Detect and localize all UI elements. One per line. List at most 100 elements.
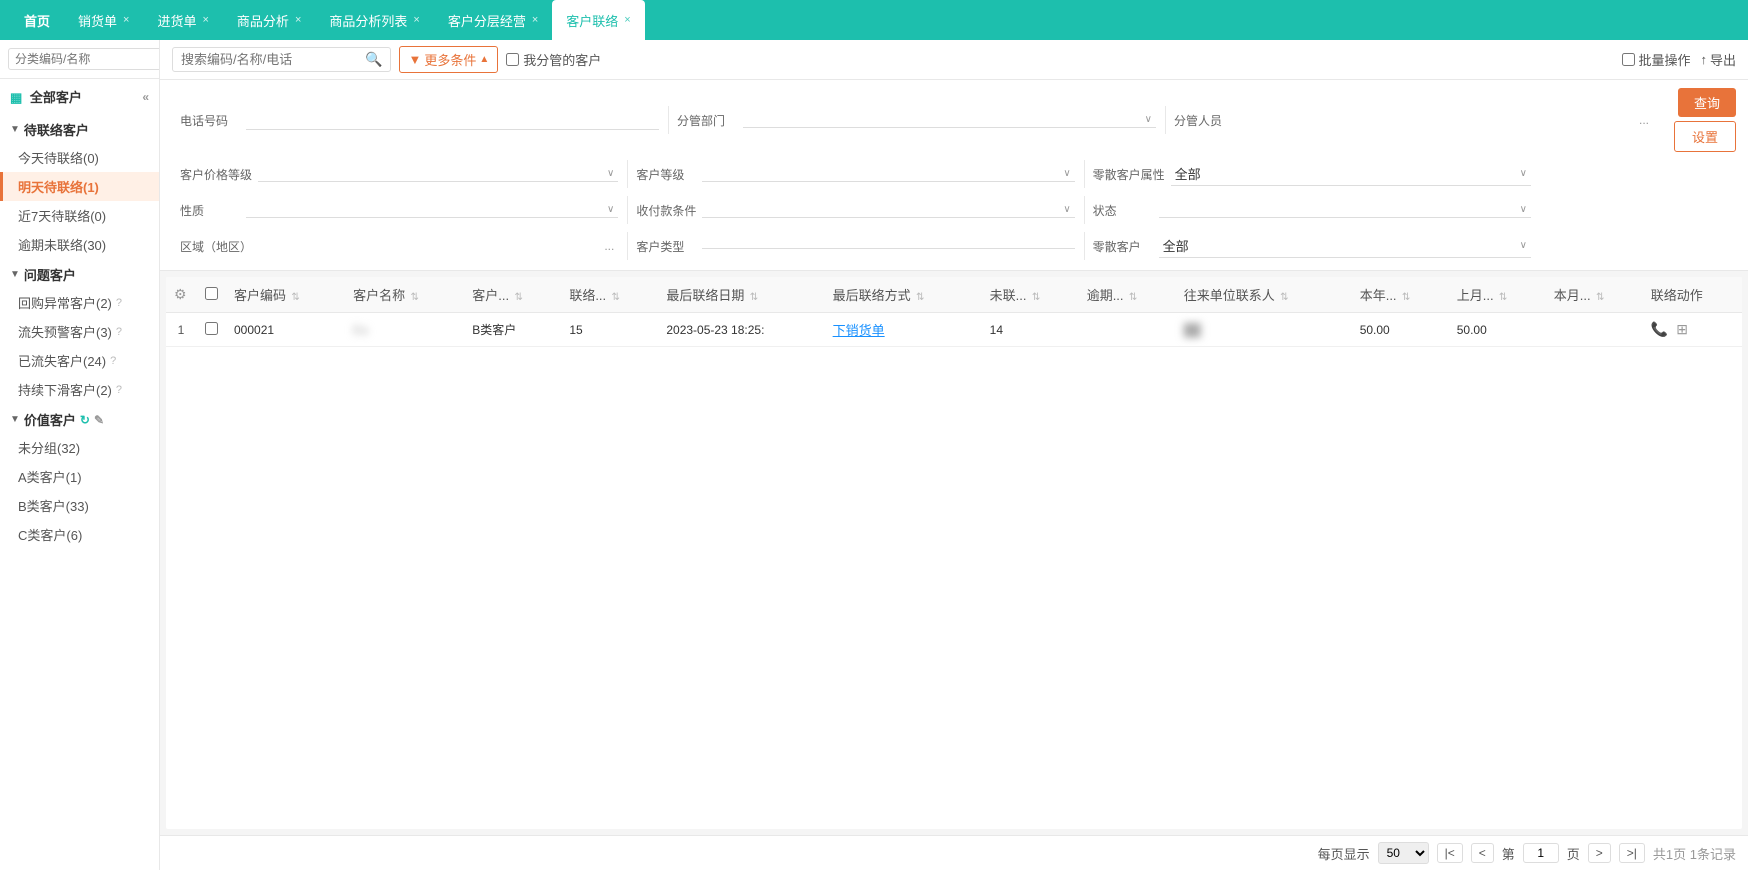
page-input[interactable] [1523,843,1559,863]
sidebar-item-churn-warn[interactable]: 流失预警客户(3) ? [0,317,159,346]
nav-customer-contact[interactable]: 客户联络× [552,0,644,40]
prev-page-button[interactable]: < [1471,843,1494,863]
filter-area: 区域（地区） ... [172,233,627,259]
row-checkbox[interactable] [205,322,218,335]
sort-icon[interactable]: ⇅ [916,292,924,303]
help-icon[interactable]: ? [116,297,122,309]
sort-icon[interactable]: ⇅ [750,292,758,303]
sort-icon[interactable]: ⇅ [514,292,522,303]
retail2-select[interactable]: 全部 ∨ [1159,234,1531,258]
sidebar-search-input[interactable] [8,48,160,70]
nav-product-analysis[interactable]: 商品分析× [223,0,315,40]
search-box[interactable]: 🔍 [172,47,391,72]
batch-checkbox[interactable] [1622,53,1635,66]
nav-customer-tier[interactable]: 客户分层经营× [434,0,552,40]
sidebar-item-churned[interactable]: 已流失客户(24) ? [0,346,159,375]
next-page-button[interactable]: > [1588,843,1611,863]
retail2-label: 零散客户 [1093,238,1153,255]
last-contact-way-link[interactable]: 下销货单 [833,323,885,338]
retail-attr-select[interactable]: 全部 ∨ [1171,162,1531,186]
nav-sales-order[interactable]: 销货单× [64,0,143,40]
level-select[interactable]: ∨ [702,166,1074,182]
price-grade-select[interactable]: ∨ [258,166,618,182]
sort-icon[interactable]: ⇅ [612,292,620,303]
area-label: 区域（地区） [180,238,252,255]
settings-button[interactable]: 设置 [1674,121,1736,152]
sidebar-item-class-c[interactable]: C类客户(6) [0,520,159,549]
sidebar-item-overdue[interactable]: 逾期未联络(30) [0,230,159,259]
chevron-down-icon: ∨ [1145,114,1152,125]
sidebar-all-customers[interactable]: ▦ 全部客户 « [0,79,159,114]
collapse-icon[interactable]: « [142,90,149,104]
search-input[interactable] [181,52,361,67]
sidebar-item-abnormal[interactable]: 回购异常客户(2) ? [0,288,159,317]
customer-type-select[interactable] [702,244,1074,249]
filter-row-4: 区域（地区） ... 客户类型 零散客户 全部 ∨ [172,230,1736,262]
sort-icon[interactable]: ⇅ [291,292,299,303]
close-icon[interactable]: × [532,14,538,26]
close-icon[interactable]: × [123,14,129,26]
close-icon[interactable]: × [202,14,208,26]
close-icon[interactable]: × [413,14,419,26]
help-icon[interactable]: ? [110,355,116,367]
phone-input[interactable] [246,111,659,130]
edit-icon[interactable]: ✎ [94,413,104,427]
payment-select[interactable]: ∨ [702,202,1074,218]
th-contacts: 联络... ⇅ [561,277,658,313]
help-icon[interactable]: ? [116,384,122,396]
close-icon[interactable]: × [295,14,301,26]
sidebar-item-declining[interactable]: 持续下滑客户(2) ? [0,375,159,404]
my-customers-checkbox[interactable] [506,53,519,66]
group-title-problem[interactable]: ▼ 问题客户 [0,259,159,288]
batch-operation-button[interactable]: 批量操作 [1622,50,1690,69]
td-contact-person: ██ [1176,313,1352,347]
nav-home[interactable]: 首页 [10,0,64,40]
more-filter-button[interactable]: ▼ 更多条件 ▲ [399,46,498,73]
sidebar-item-ungroup[interactable]: 未分组(32) [0,433,159,462]
customer-type-label: 客户类型 [636,238,696,255]
chevron-down-icon: ∨ [1063,168,1070,179]
sort-icon[interactable]: ⇅ [1499,292,1507,303]
export-button[interactable]: ↑ 导出 [1700,50,1736,69]
help-icon[interactable]: ? [116,326,122,338]
sidebar-item-class-a[interactable]: A类客户(1) [0,462,159,491]
ellipsis-icon[interactable]: ... [1635,111,1653,129]
per-page-select[interactable]: 50 100 200 [1378,842,1429,864]
refresh-icon[interactable]: ↻ [80,413,90,427]
grid-icon[interactable]: ⊞ [1676,321,1688,338]
customers-table: ⚙ 客户编码 ⇅ 客户名称 ⇅ [166,277,1742,347]
sort-icon[interactable]: ⇅ [411,292,419,303]
phone-icon[interactable]: 📞 [1651,321,1668,338]
sort-icon[interactable]: ⇅ [1129,292,1137,303]
first-page-button[interactable]: |< [1437,843,1463,863]
nature-select[interactable]: ∨ [246,202,618,218]
sidebar-item-7days[interactable]: 近7天待联络(0) [0,201,159,230]
select-all-checkbox[interactable] [205,287,218,300]
gear-icon[interactable]: ⚙ [174,286,187,302]
sort-icon[interactable]: ⇅ [1280,292,1288,303]
query-button[interactable]: 查询 [1678,88,1736,117]
group-title-value[interactable]: ▼ 价值客户 ↻ ✎ [0,404,159,433]
last-page-button[interactable]: >| [1619,843,1645,863]
my-customers-checkbox-area[interactable]: 我分管的客户 [506,50,601,69]
sort-icon[interactable]: ⇅ [1402,292,1410,303]
nav-product-analysis-list[interactable]: 商品分析列表× [315,0,433,40]
th-code: 客户编码 ⇅ [226,277,345,313]
sort-icon[interactable]: ⇅ [1032,292,1040,303]
sidebar-item-class-b[interactable]: B类客户(33) [0,491,159,520]
th-last-date: 最后联络日期 ⇅ [658,277,824,313]
sort-icon[interactable]: ⇅ [1596,292,1604,303]
sidebar-item-tomorrow[interactable]: 明天待联络(1) [0,172,159,201]
close-icon[interactable]: × [624,14,630,26]
filter-dept: 分管部门 ∨ [669,108,1165,133]
chevron-down-icon: ∨ [607,168,614,179]
group-title-pending[interactable]: ▼ 待联络客户 [0,114,159,143]
nav-purchase-order[interactable]: 进货单× [143,0,222,40]
dept-select[interactable]: ∨ [743,112,1156,128]
td-name: Ea [345,313,464,347]
sidebar-item-today[interactable]: 今天待联络(0) [0,143,159,172]
ellipsis-icon[interactable]: ... [600,237,618,255]
status-select[interactable]: ∨ [1159,202,1531,218]
th-type: 客户... ⇅ [464,277,561,313]
search-icon[interactable]: 🔍 [365,51,382,68]
